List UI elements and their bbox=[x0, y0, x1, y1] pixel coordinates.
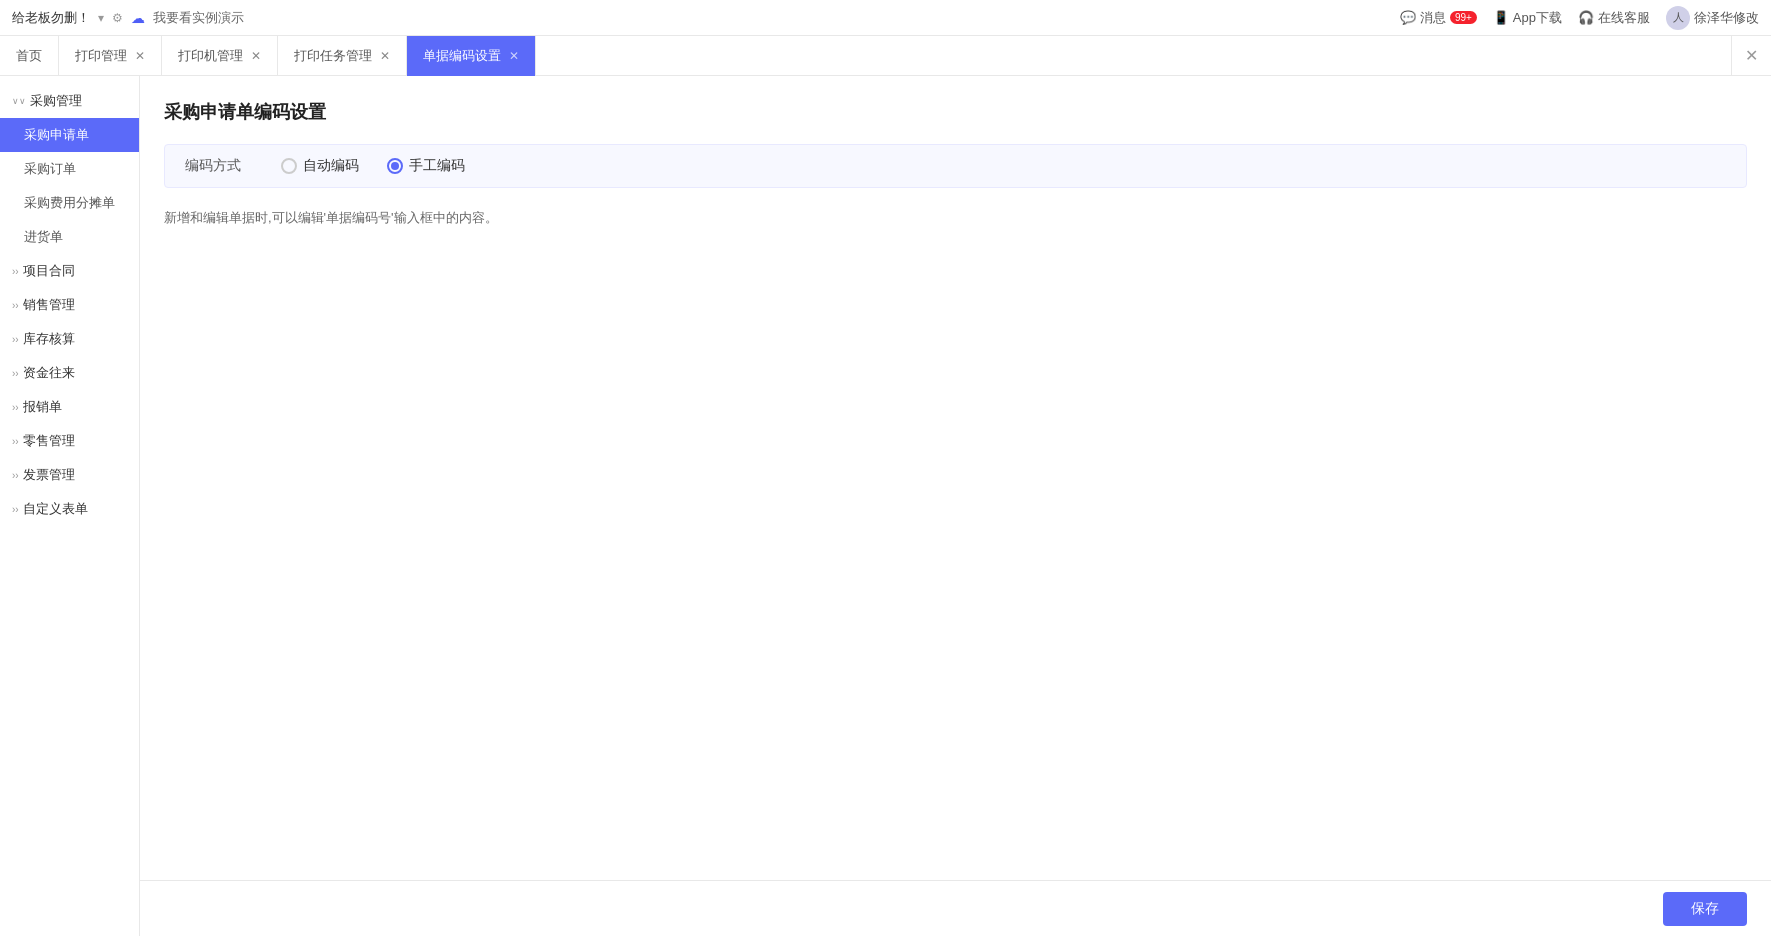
content-area: 采购申请单编码设置 编码方式 自动编码 手工编码 新增和编辑单据时,可以编辑'单… bbox=[140, 76, 1771, 936]
top-bar-title: 给老板勿删！ bbox=[12, 9, 90, 27]
username-label: 徐泽华修改 bbox=[1694, 9, 1759, 27]
sidebar-group-purchase-management[interactable]: ∨ 采购管理 bbox=[0, 84, 139, 118]
radio-manual-code-circle bbox=[387, 158, 403, 174]
message-label: 消息 bbox=[1420, 9, 1446, 27]
bottom-bar: 保存 bbox=[140, 880, 1771, 936]
settings-icon[interactable]: ⚙ bbox=[112, 11, 123, 25]
tab-print-task-management[interactable]: 打印任务管理 ✕ bbox=[278, 36, 407, 76]
sidebar-group-purchase-management-label: 采购管理 bbox=[30, 92, 82, 110]
demo-link[interactable]: 我要看实例演示 bbox=[153, 9, 244, 27]
arrow-icon-4: › bbox=[12, 334, 19, 345]
page-content: 采购申请单编码设置 编码方式 自动编码 手工编码 新增和编辑单据时,可以编辑'单… bbox=[140, 76, 1771, 880]
arrow-icon-5: › bbox=[12, 368, 19, 379]
tab-printer-management-close[interactable]: ✕ bbox=[251, 49, 261, 63]
tab-home[interactable]: 首页 bbox=[0, 36, 59, 76]
sidebar-group-expense-claim-label: 报销单 bbox=[23, 398, 62, 416]
user-profile-button[interactable]: 人 徐泽华修改 bbox=[1666, 6, 1759, 30]
message-badge: 99+ bbox=[1450, 11, 1477, 24]
encoding-label: 编码方式 bbox=[185, 157, 241, 175]
tab-printer-management[interactable]: 打印机管理 ✕ bbox=[162, 36, 278, 76]
page-close-button[interactable]: ✕ bbox=[1731, 36, 1771, 76]
sidebar-group-invoice[interactable]: › 发票管理 bbox=[0, 458, 139, 492]
app-download-button[interactable]: 📱 App下载 bbox=[1493, 9, 1562, 27]
customer-service-label: 在线客服 bbox=[1598, 9, 1650, 27]
sidebar-group-project-contract[interactable]: › 项目合同 bbox=[0, 254, 139, 288]
radio-manual-code-label: 手工编码 bbox=[409, 157, 465, 175]
app-download-icon: 📱 bbox=[1493, 10, 1509, 25]
message-icon: 💬 bbox=[1400, 10, 1416, 25]
tab-printer-management-label: 打印机管理 bbox=[178, 47, 243, 65]
arrow-icon-6: › bbox=[12, 402, 19, 413]
radio-manual-code[interactable]: 手工编码 bbox=[387, 157, 465, 175]
tab-print-management[interactable]: 打印管理 ✕ bbox=[59, 36, 162, 76]
sidebar-group-invoice-label: 发票管理 bbox=[23, 466, 75, 484]
sidebar-item-purchase-request[interactable]: 采购申请单 bbox=[0, 118, 139, 152]
sidebar-group-sales-management-label: 销售管理 bbox=[23, 296, 75, 314]
tab-print-management-label: 打印管理 bbox=[75, 47, 127, 65]
radio-group-encoding: 自动编码 手工编码 bbox=[281, 157, 465, 175]
sidebar-group-custom-form[interactable]: › 自定义表单 bbox=[0, 492, 139, 526]
sidebar-group-inventory-label: 库存核算 bbox=[23, 330, 75, 348]
tab-encoding-settings-label: 单据编码设置 bbox=[423, 47, 501, 65]
sidebar-item-purchase-request-label: 采购申请单 bbox=[24, 127, 89, 142]
arrow-icon: ∨ bbox=[12, 96, 26, 106]
top-bar-right: 💬 消息 99+ 📱 App下载 🎧 在线客服 人 徐泽华修改 bbox=[1400, 6, 1759, 30]
dropdown-icon[interactable]: ▾ bbox=[98, 11, 104, 25]
tab-home-label: 首页 bbox=[16, 47, 42, 65]
arrow-icon-8: › bbox=[12, 470, 19, 481]
sidebar-group-finance[interactable]: › 资金往来 bbox=[0, 356, 139, 390]
sidebar-group-retail-label: 零售管理 bbox=[23, 432, 75, 450]
sidebar-item-goods-receipt-label: 进货单 bbox=[24, 229, 63, 244]
page-title: 采购申请单编码设置 bbox=[164, 100, 1747, 124]
tab-encoding-settings[interactable]: 单据编码设置 ✕ bbox=[407, 36, 536, 76]
tab-encoding-settings-close[interactable]: ✕ bbox=[509, 49, 519, 63]
tab-bar: 首页 打印管理 ✕ 打印机管理 ✕ 打印任务管理 ✕ 单据编码设置 ✕ ✕ bbox=[0, 36, 1771, 76]
sidebar-item-purchase-expense-label: 采购费用分摊单 bbox=[24, 195, 115, 210]
tab-print-management-close[interactable]: ✕ bbox=[135, 49, 145, 63]
encoding-row: 编码方式 自动编码 手工编码 bbox=[164, 144, 1747, 188]
sidebar-item-goods-receipt[interactable]: 进货单 bbox=[0, 220, 139, 254]
tab-print-task-management-label: 打印任务管理 bbox=[294, 47, 372, 65]
description-text: 新增和编辑单据时,可以编辑'单据编码号'输入框中的内容。 bbox=[164, 208, 1747, 229]
sidebar-item-purchase-expense[interactable]: 采购费用分摊单 bbox=[0, 186, 139, 220]
avatar: 人 bbox=[1666, 6, 1690, 30]
headset-icon: 🎧 bbox=[1578, 10, 1594, 25]
radio-auto-code-circle bbox=[281, 158, 297, 174]
main-layout: ∨ 采购管理 采购申请单 采购订单 采购费用分摊单 进货单 › 项目合同 › 销… bbox=[0, 76, 1771, 936]
arrow-icon-2: › bbox=[12, 266, 19, 277]
save-button[interactable]: 保存 bbox=[1663, 892, 1747, 926]
app-download-label: App下载 bbox=[1513, 9, 1562, 27]
sidebar-group-sales-management[interactable]: › 销售管理 bbox=[0, 288, 139, 322]
sidebar: ∨ 采购管理 采购申请单 采购订单 采购费用分摊单 进货单 › 项目合同 › 销… bbox=[0, 76, 140, 936]
cloud-icon: ☁ bbox=[131, 10, 145, 26]
sidebar-item-purchase-order[interactable]: 采购订单 bbox=[0, 152, 139, 186]
customer-service-button[interactable]: 🎧 在线客服 bbox=[1578, 9, 1650, 27]
sidebar-group-finance-label: 资金往来 bbox=[23, 364, 75, 382]
top-bar: 给老板勿删！ ▾ ⚙ ☁ 我要看实例演示 💬 消息 99+ 📱 App下载 🎧 … bbox=[0, 0, 1771, 36]
sidebar-group-custom-form-label: 自定义表单 bbox=[23, 500, 88, 518]
sidebar-group-project-contract-label: 项目合同 bbox=[23, 262, 75, 280]
sidebar-item-purchase-order-label: 采购订单 bbox=[24, 161, 76, 176]
sidebar-group-expense-claim[interactable]: › 报销单 bbox=[0, 390, 139, 424]
top-bar-left: 给老板勿删！ ▾ ⚙ ☁ 我要看实例演示 bbox=[12, 9, 244, 27]
sidebar-group-inventory[interactable]: › 库存核算 bbox=[0, 322, 139, 356]
arrow-icon-9: › bbox=[12, 504, 19, 515]
arrow-icon-3: › bbox=[12, 300, 19, 311]
radio-auto-code[interactable]: 自动编码 bbox=[281, 157, 359, 175]
message-button[interactable]: 💬 消息 99+ bbox=[1400, 9, 1477, 27]
sidebar-group-retail[interactable]: › 零售管理 bbox=[0, 424, 139, 458]
arrow-icon-7: › bbox=[12, 436, 19, 447]
tab-print-task-management-close[interactable]: ✕ bbox=[380, 49, 390, 63]
radio-auto-code-label: 自动编码 bbox=[303, 157, 359, 175]
